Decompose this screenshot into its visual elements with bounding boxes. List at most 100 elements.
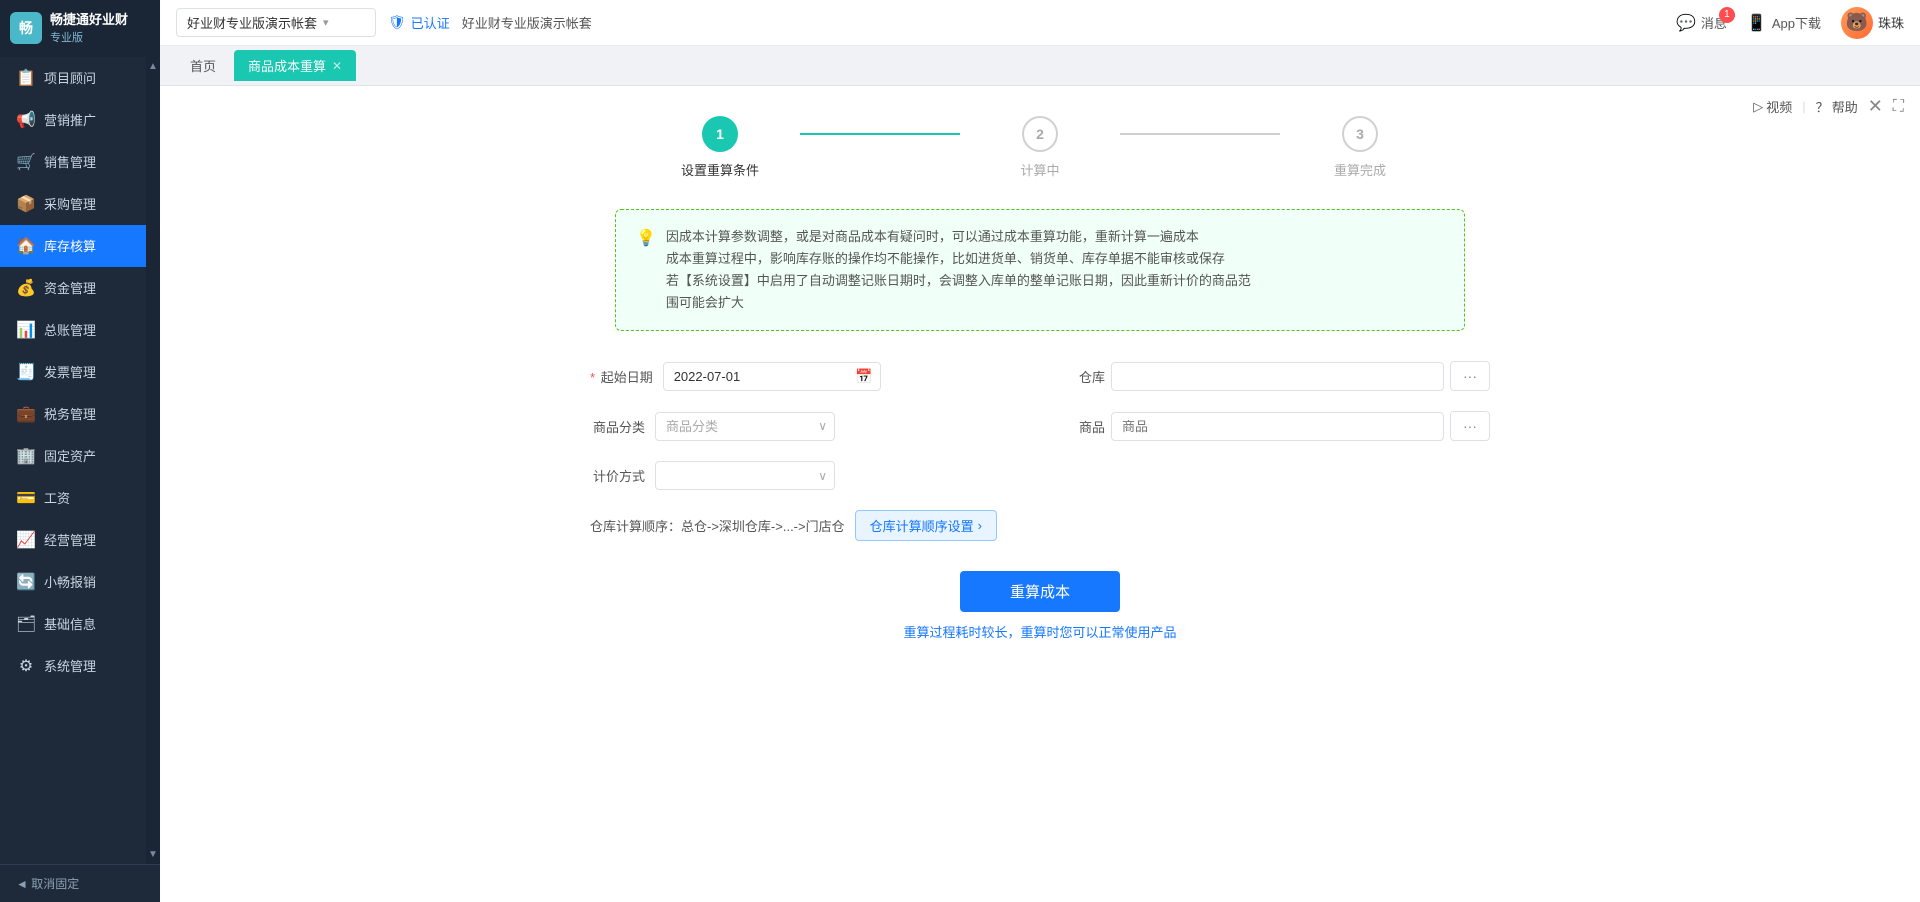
sidebar-item-assets[interactable]: 🏢 固定资产 <box>0 435 146 477</box>
category-select-wrapper: 商品分类 <box>655 412 835 441</box>
warehouse-input[interactable] <box>1111 362 1444 391</box>
calc-order-btn-label: 仓库计算顺序设置 <box>870 516 974 535</box>
video-link[interactable]: ▷ 视频 <box>1753 97 1792 116</box>
scroll-up-arrow[interactable]: ▲ <box>148 61 158 72</box>
calc-order-setting-button[interactable]: 仓库计算顺序设置 › <box>855 510 997 541</box>
sidebar-bottom-label: ◄ 取消固定 <box>16 875 79 892</box>
sidebar-nav: 📋 项目顾问 📢 营销推广 🛒 销售管理 📦 采购管理 🏠 库存核算 💰 <box>0 57 146 864</box>
ops-icon: 📈 <box>16 530 36 550</box>
goods-input[interactable] <box>1111 412 1444 441</box>
step-line-1 <box>800 133 960 135</box>
notice-line-3: 若【系统设置】中启用了自动调整记账日期时，会调整入库单的整单记账日期，因此重新计… <box>666 270 1251 292</box>
purchase-icon: 📦 <box>16 194 36 214</box>
sidebar-item-label: 项目顾问 <box>44 68 96 87</box>
account-select-text: 好业财专业版演示帐套 <box>187 13 317 32</box>
notice-text: 因成本计算参数调整，或是对商品成本有疑问时，可以通过成本重算功能，重新计算一遍成… <box>666 226 1251 314</box>
verified-badge: 🛡 已认证 <box>388 13 450 32</box>
sidebar-scroll-arrows: ▲ ▼ <box>146 57 160 864</box>
app-download-action[interactable]: 📱 App下载 <box>1747 13 1821 33</box>
sidebar-item-salary[interactable]: 💳 工资 <box>0 477 146 519</box>
pricing-select[interactable] <box>655 461 835 490</box>
basic-info-icon: 🗂 <box>16 614 36 634</box>
tabbar: 首页 商品成本重算 ✕ <box>160 46 1920 86</box>
salary-icon: 💳 <box>16 488 36 508</box>
sidebar-item-inventory[interactable]: 🏠 库存核算 <box>0 225 146 267</box>
system-icon: ⚙ <box>16 656 36 676</box>
sidebar-item-sales[interactable]: 🛒 销售管理 <box>0 141 146 183</box>
sidebar-item-ledger[interactable]: 📊 总账管理 <box>0 309 146 351</box>
content-panel: ▷ 视频 | ？ 帮助 ✕ ⛶ 1 设置重算条件 2 <box>160 86 1920 902</box>
account-select[interactable]: 好业财专业版演示帐套 ▾ <box>176 8 376 37</box>
sidebar-item-label: 采购管理 <box>44 194 96 213</box>
sidebar-item-ops[interactable]: 📈 经营管理 <box>0 519 146 561</box>
start-date-label: * 起始日期 <box>590 367 653 386</box>
category-field: 商品分类 商品分类 <box>590 412 1030 441</box>
category-label: 商品分类 <box>590 417 645 436</box>
step-1: 1 设置重算条件 <box>640 116 800 179</box>
sidebar-item-marketing[interactable]: 📢 营销推广 <box>0 99 146 141</box>
notice-line-1: 因成本计算参数调整，或是对商品成本有疑问时，可以通过成本重算功能，重新计算一遍成… <box>666 226 1251 248</box>
sidebar-item-finance[interactable]: 💰 资金管理 <box>0 267 146 309</box>
chevron-down-icon: ▾ <box>323 16 329 29</box>
message-action[interactable]: 💬 消息 1 <box>1676 13 1727 33</box>
tab-close-icon[interactable]: ✕ <box>332 59 342 73</box>
sidebar-item-label: 库存核算 <box>44 236 96 255</box>
app-name: 畅捷通好业财 <box>50 12 128 29</box>
step-line-2 <box>1120 133 1280 135</box>
verified-label: 已认证 <box>411 13 450 32</box>
start-date-field: * 起始日期 📅 <box>590 362 1030 391</box>
sidebar-item-label: 小畅报销 <box>44 572 96 591</box>
app-logo-icon: 畅 <box>10 12 42 44</box>
message-icon: 💬 <box>1676 13 1696 33</box>
panel-expand-button[interactable]: ⛶ <box>1893 98 1904 116</box>
notice-line-4: 围可能会扩大 <box>666 292 1251 314</box>
tax-icon: 💼 <box>16 404 36 424</box>
sidebar-item-label: 基础信息 <box>44 614 96 633</box>
panel-close-button[interactable]: ✕ <box>1868 96 1883 117</box>
sidebar-item-project[interactable]: 📋 项目顾问 <box>0 57 146 99</box>
scroll-down-arrow[interactable]: ▼ <box>148 849 158 860</box>
tab-cost-recalc[interactable]: 商品成本重算 ✕ <box>234 50 356 81</box>
sidebar-unpin-button[interactable]: ◄ 取消固定 <box>0 864 160 902</box>
recalc-hint: 重算过程耗时较长，重算时您可以正常使用产品 <box>590 622 1490 641</box>
tab-home[interactable]: 首页 <box>176 50 230 81</box>
sidebar-item-invoice[interactable]: 🧾 发票管理 <box>0 351 146 393</box>
goods-label: 商品 <box>1050 417 1105 436</box>
sidebar-item-label: 系统管理 <box>44 656 96 675</box>
form-row-3: 计价方式 <box>590 461 1490 490</box>
sidebar-item-system[interactable]: ⚙ 系统管理 <box>0 645 146 687</box>
form-row-1: * 起始日期 📅 仓库 ··· <box>590 361 1490 391</box>
step-label-1: 设置重算条件 <box>681 160 759 179</box>
recalc-button[interactable]: 重算成本 <box>960 571 1120 612</box>
sidebar-item-label: 固定资产 <box>44 446 96 465</box>
sidebar-item-tax[interactable]: 💼 税务管理 <box>0 393 146 435</box>
user-action[interactable]: 🐻 珠珠 <box>1841 7 1904 39</box>
sidebar-title-block: 畅捷通好业财 专业版 <box>50 12 128 45</box>
sidebar-item-expense[interactable]: 🔄 小畅报销 <box>0 561 146 603</box>
step-label-2: 计算中 <box>1020 160 1059 179</box>
step-circle-2: 2 <box>1022 116 1058 152</box>
finance-icon: 💰 <box>16 278 36 298</box>
main-content: 好业财专业版演示帐套 ▾ 🛡 已认证 好业财专业版演示帐套 💬 消息 1 📱 A… <box>160 0 1920 902</box>
sidebar-item-purchase[interactable]: 📦 采购管理 <box>0 183 146 225</box>
start-date-input-wrapper: 📅 <box>663 362 881 391</box>
calendar-icon[interactable]: 📅 <box>855 368 872 385</box>
avatar: 🐻 <box>1841 7 1873 39</box>
start-date-input[interactable] <box>663 362 881 391</box>
goods-dots-button[interactable]: ··· <box>1450 411 1490 441</box>
category-select[interactable]: 商品分类 <box>655 412 835 441</box>
help-link[interactable]: ？ 帮助 <box>1816 97 1858 116</box>
project-icon: 📋 <box>16 68 36 88</box>
topbar: 好业财专业版演示帐套 ▾ 🛡 已认证 好业财专业版演示帐套 💬 消息 1 📱 A… <box>160 0 1920 46</box>
warehouse-label: 仓库 <box>1050 367 1105 386</box>
sidebar-item-basic-info[interactable]: 🗂 基础信息 <box>0 603 146 645</box>
company-name: 好业财专业版演示帐套 <box>462 13 592 32</box>
sidebar-scroll-container: 📋 项目顾问 📢 营销推广 🛒 销售管理 📦 采购管理 🏠 库存核算 💰 <box>0 57 160 864</box>
username: 珠珠 <box>1878 13 1904 32</box>
warehouse-dots-button[interactable]: ··· <box>1450 361 1490 391</box>
sidebar: 畅 畅捷通好业财 专业版 📋 项目顾问 📢 营销推广 🛒 销售管理 📦 采购管理 <box>0 0 160 902</box>
chevron-right-icon: › <box>978 518 982 533</box>
pricing-select-wrapper <box>655 461 835 490</box>
sidebar-item-label: 税务管理 <box>44 404 96 423</box>
message-badge: 1 <box>1719 7 1735 23</box>
